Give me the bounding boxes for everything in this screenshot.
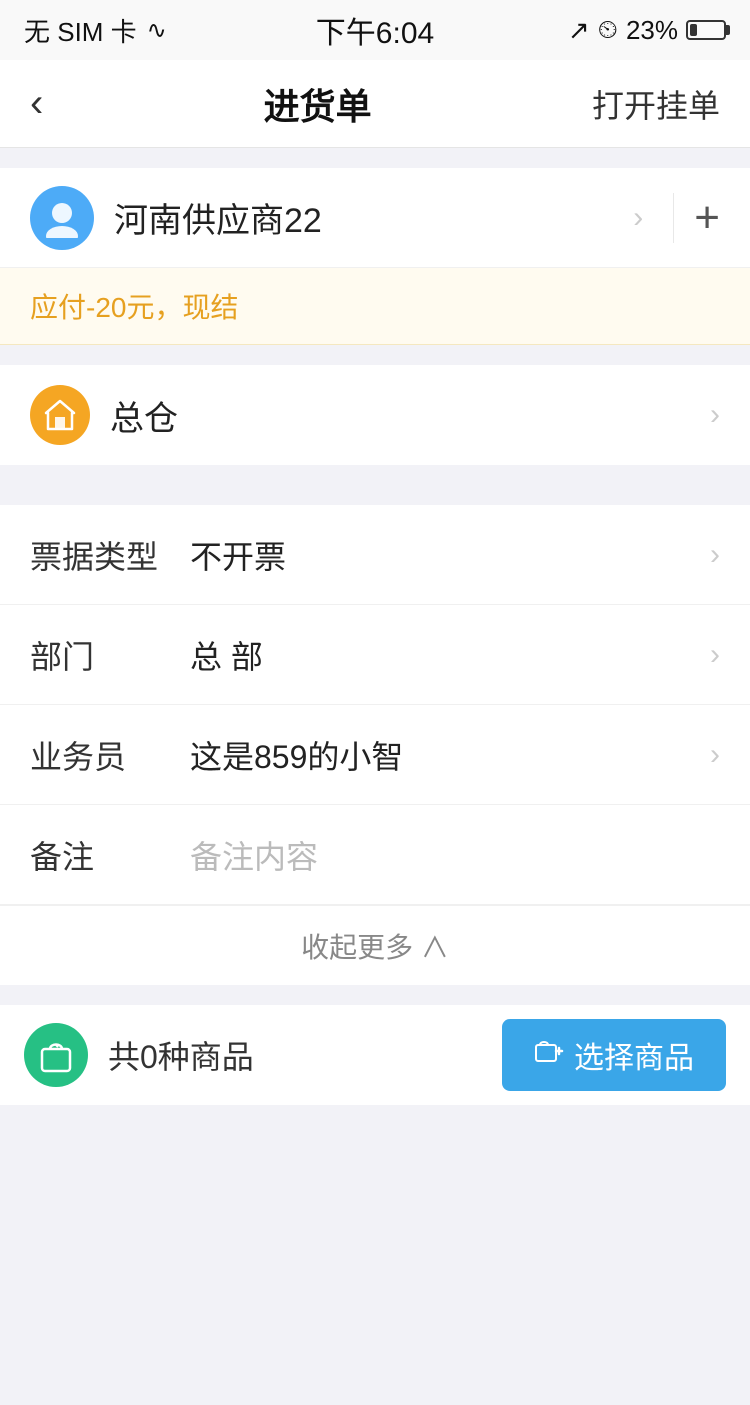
section-divider-1 xyxy=(0,148,750,168)
collapse-row[interactable]: 收起更多 ∧ xyxy=(0,905,750,985)
supplier-avatar xyxy=(30,186,94,250)
warehouse-chevron-icon: › xyxy=(710,398,720,432)
battery-icon xyxy=(686,20,726,40)
salesperson-value: 这是859的小智 xyxy=(170,732,710,778)
warehouse-icon xyxy=(30,385,90,445)
location-icon: ↗ xyxy=(568,15,590,46)
cart-plus-icon xyxy=(534,1037,564,1067)
battery-percent: 23% xyxy=(626,15,678,46)
invoice-type-value: 不开票 xyxy=(170,532,710,578)
collapse-label: 收起更多 ∧ xyxy=(301,926,449,966)
supplier-chevron-icon: › xyxy=(633,201,643,235)
salesperson-row[interactable]: 业务员 这是859的小智 › xyxy=(0,705,750,805)
status-time: 下午6:04 xyxy=(316,8,434,52)
invoice-type-chevron-icon: › xyxy=(710,538,720,572)
section-divider-2 xyxy=(0,345,750,365)
select-products-label: 选择商品 xyxy=(574,1033,694,1077)
bottom-space xyxy=(0,1105,750,1405)
salesperson-chevron-icon: › xyxy=(710,738,720,772)
form-section: 票据类型 不开票 › 部门 总 部 › 业务员 这是859的小智 › 备注 备注… xyxy=(0,505,750,985)
remark-row[interactable]: 备注 备注内容 xyxy=(0,805,750,905)
status-left: 无 SIM 卡 ∿ xyxy=(24,12,167,49)
department-chevron-icon: › xyxy=(710,638,720,672)
products-count: 共0种商品 xyxy=(108,1032,502,1078)
avatar-icon xyxy=(42,198,82,238)
shopping-bag-icon xyxy=(38,1037,74,1073)
select-btn-icon xyxy=(534,1037,564,1074)
select-products-button[interactable]: 选择商品 xyxy=(502,1019,726,1091)
products-row: 共0种商品 选择商品 xyxy=(0,1005,750,1105)
warehouse-section: 总仓 › xyxy=(0,365,750,465)
section-divider-4 xyxy=(0,985,750,1005)
wifi-icon: ∿ xyxy=(147,16,167,45)
remark-label: 备注 xyxy=(30,832,170,878)
status-right: ↗ ⏲ 23% xyxy=(568,14,726,46)
invoice-type-row[interactable]: 票据类型 不开票 › xyxy=(0,505,750,605)
products-icon xyxy=(24,1023,88,1087)
invoice-type-label: 票据类型 xyxy=(30,532,170,578)
notice-row: 应付-20元，现结 xyxy=(0,268,750,345)
status-bar: 无 SIM 卡 ∿ 下午6:04 ↗ ⏲ 23% xyxy=(0,0,750,60)
open-hold-button[interactable]: 打开挂单 xyxy=(592,81,720,127)
section-divider-3 xyxy=(0,465,750,485)
carrier-text: 无 SIM 卡 xyxy=(24,12,137,49)
department-value: 总 部 xyxy=(170,632,710,678)
remark-input[interactable]: 备注内容 xyxy=(170,832,720,878)
page-title: 进货单 xyxy=(264,78,372,130)
back-button[interactable]: ‹ xyxy=(30,81,43,126)
warehouse-row[interactable]: 总仓 › xyxy=(0,365,750,465)
alarm-icon: ⏲ xyxy=(598,14,618,46)
supplier-row[interactable]: 河南供应商22 › + xyxy=(0,168,750,268)
supplier-name: 河南供应商22 xyxy=(114,193,633,242)
add-supplier-button[interactable]: + xyxy=(673,193,720,243)
department-row[interactable]: 部门 总 部 › xyxy=(0,605,750,705)
warehouse-name: 总仓 xyxy=(110,391,710,440)
nav-bar: ‹ 进货单 打开挂单 xyxy=(0,60,750,148)
salesperson-label: 业务员 xyxy=(30,732,170,778)
supplier-section: 河南供应商22 › + 应付-20元，现结 xyxy=(0,168,750,345)
department-label: 部门 xyxy=(30,632,170,678)
house-icon xyxy=(44,399,76,431)
